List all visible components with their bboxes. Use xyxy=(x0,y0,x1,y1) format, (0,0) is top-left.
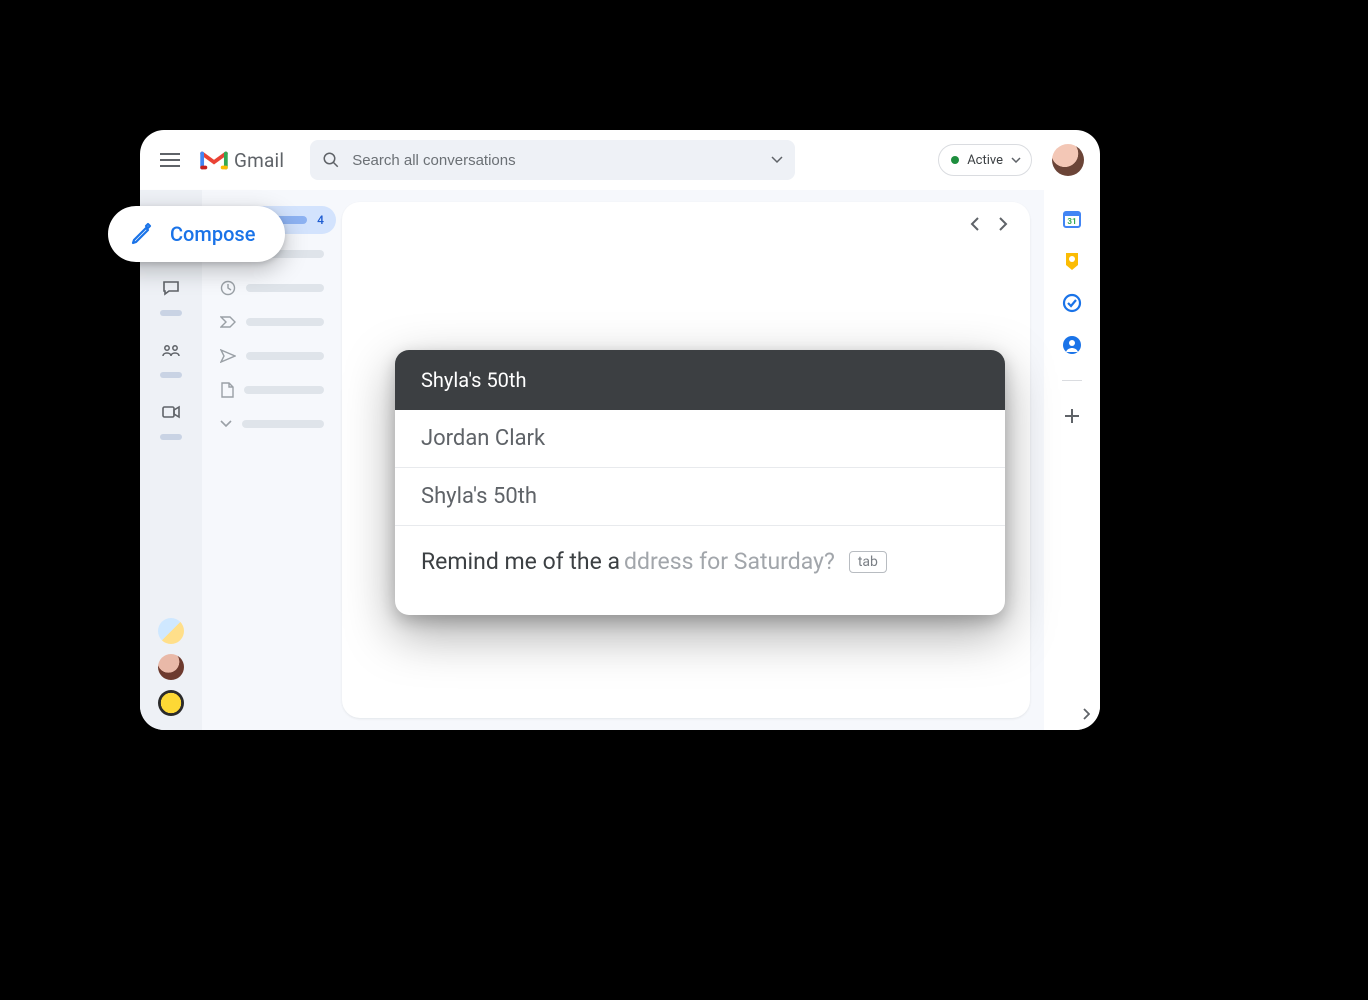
brand-name: Gmail xyxy=(234,149,284,172)
tasks-icon xyxy=(1062,293,1082,313)
collapse-side-panel[interactable] xyxy=(1082,708,1090,720)
folder-label-stub xyxy=(244,386,324,394)
status-dot-icon xyxy=(951,156,959,164)
hamburger-icon xyxy=(160,153,180,167)
compose-button[interactable]: Compose xyxy=(108,206,285,262)
compose-to-field[interactable]: Jordan Clark xyxy=(395,410,1005,468)
rail-contacts xyxy=(158,618,184,716)
tasks-app[interactable] xyxy=(1061,292,1083,314)
spaces-icon xyxy=(161,343,181,357)
get-addons[interactable] xyxy=(1061,405,1083,427)
pager-prev[interactable] xyxy=(970,216,980,232)
folder-important[interactable] xyxy=(208,308,336,336)
search-bar[interactable] xyxy=(310,140,795,180)
brand[interactable]: Gmail xyxy=(200,149,284,172)
calendar-icon: 31 xyxy=(1062,209,1082,229)
clock-icon xyxy=(220,280,236,296)
keep-app[interactable] xyxy=(1061,250,1083,272)
drafts-icon xyxy=(220,382,234,398)
gmail-logo-icon xyxy=(200,149,228,171)
compose-body[interactable]: Remind me of the address for Saturday? t… xyxy=(395,526,1005,615)
chat-icon xyxy=(162,280,180,296)
compose-window[interactable]: Shyla's 50th Jordan Clark Shyla's 50th R… xyxy=(395,350,1005,615)
search-icon xyxy=(322,151,340,169)
chevron-right-icon xyxy=(1082,708,1090,720)
compose-typed-text: Remind me of the a xyxy=(421,548,620,575)
pencil-icon xyxy=(130,222,154,246)
chevron-right-icon xyxy=(998,216,1008,232)
chevron-down-icon xyxy=(220,420,232,428)
folder-nav: 4 xyxy=(202,190,342,730)
plus-icon xyxy=(1064,408,1080,424)
rail-chat[interactable] xyxy=(155,272,187,304)
account-avatar[interactable] xyxy=(1052,144,1084,176)
search-input[interactable] xyxy=(352,152,759,169)
folder-label-stub xyxy=(242,420,324,428)
folder-label-stub xyxy=(246,352,324,360)
pager xyxy=(970,216,1008,232)
contact-avatar-2[interactable] xyxy=(158,654,184,680)
calendar-app[interactable]: 31 xyxy=(1061,208,1083,230)
rail-meet[interactable] xyxy=(155,396,187,428)
contacts-app[interactable] xyxy=(1061,334,1083,356)
rail-spaces[interactable] xyxy=(155,334,187,366)
top-bar: Gmail Active xyxy=(140,130,1100,190)
pager-next[interactable] xyxy=(998,216,1008,232)
folder-sent[interactable] xyxy=(208,342,336,370)
search-options-icon[interactable] xyxy=(771,156,783,164)
tab-hint: tab xyxy=(849,551,887,573)
side-panel-divider xyxy=(1062,380,1082,381)
compose-label: Compose xyxy=(170,222,255,246)
rail-meet-label-stub xyxy=(160,434,182,440)
chevron-down-icon xyxy=(1011,157,1021,163)
important-icon xyxy=(220,316,236,328)
svg-text:31: 31 xyxy=(1067,217,1076,226)
folder-label-stub xyxy=(246,284,324,292)
compose-title: Shyla's 50th xyxy=(421,368,526,392)
inbox-count: 4 xyxy=(317,213,324,227)
compose-popup: Compose xyxy=(108,206,285,262)
status-label: Active xyxy=(967,153,1003,168)
compose-to-value: Jordan Clark xyxy=(421,426,545,451)
compose-subject-value: Shyla's 50th xyxy=(421,484,537,509)
compose-subject-field[interactable]: Shyla's 50th xyxy=(395,468,1005,526)
rail-spaces-label-stub xyxy=(160,372,182,378)
contacts-icon xyxy=(1062,335,1082,355)
app-rail: 4 xyxy=(140,190,202,730)
contact-avatar-1[interactable] xyxy=(158,618,184,644)
folder-more[interactable] xyxy=(208,410,336,438)
folder-label-stub xyxy=(246,318,324,326)
status-chip[interactable]: Active xyxy=(938,144,1032,176)
folder-snoozed[interactable] xyxy=(208,274,336,302)
compose-title-bar[interactable]: Shyla's 50th xyxy=(395,350,1005,410)
rail-chat-label-stub xyxy=(160,310,182,316)
contact-avatar-3[interactable] xyxy=(158,690,184,716)
keep-icon xyxy=(1063,251,1081,271)
side-panel: 31 xyxy=(1044,190,1100,730)
chevron-left-icon xyxy=(970,216,980,232)
folder-drafts[interactable] xyxy=(208,376,336,404)
compose-suggestion-text: ddress for Saturday? xyxy=(624,548,835,575)
main-menu-button[interactable] xyxy=(152,142,188,178)
meet-icon xyxy=(162,405,180,419)
sent-icon xyxy=(220,349,236,363)
